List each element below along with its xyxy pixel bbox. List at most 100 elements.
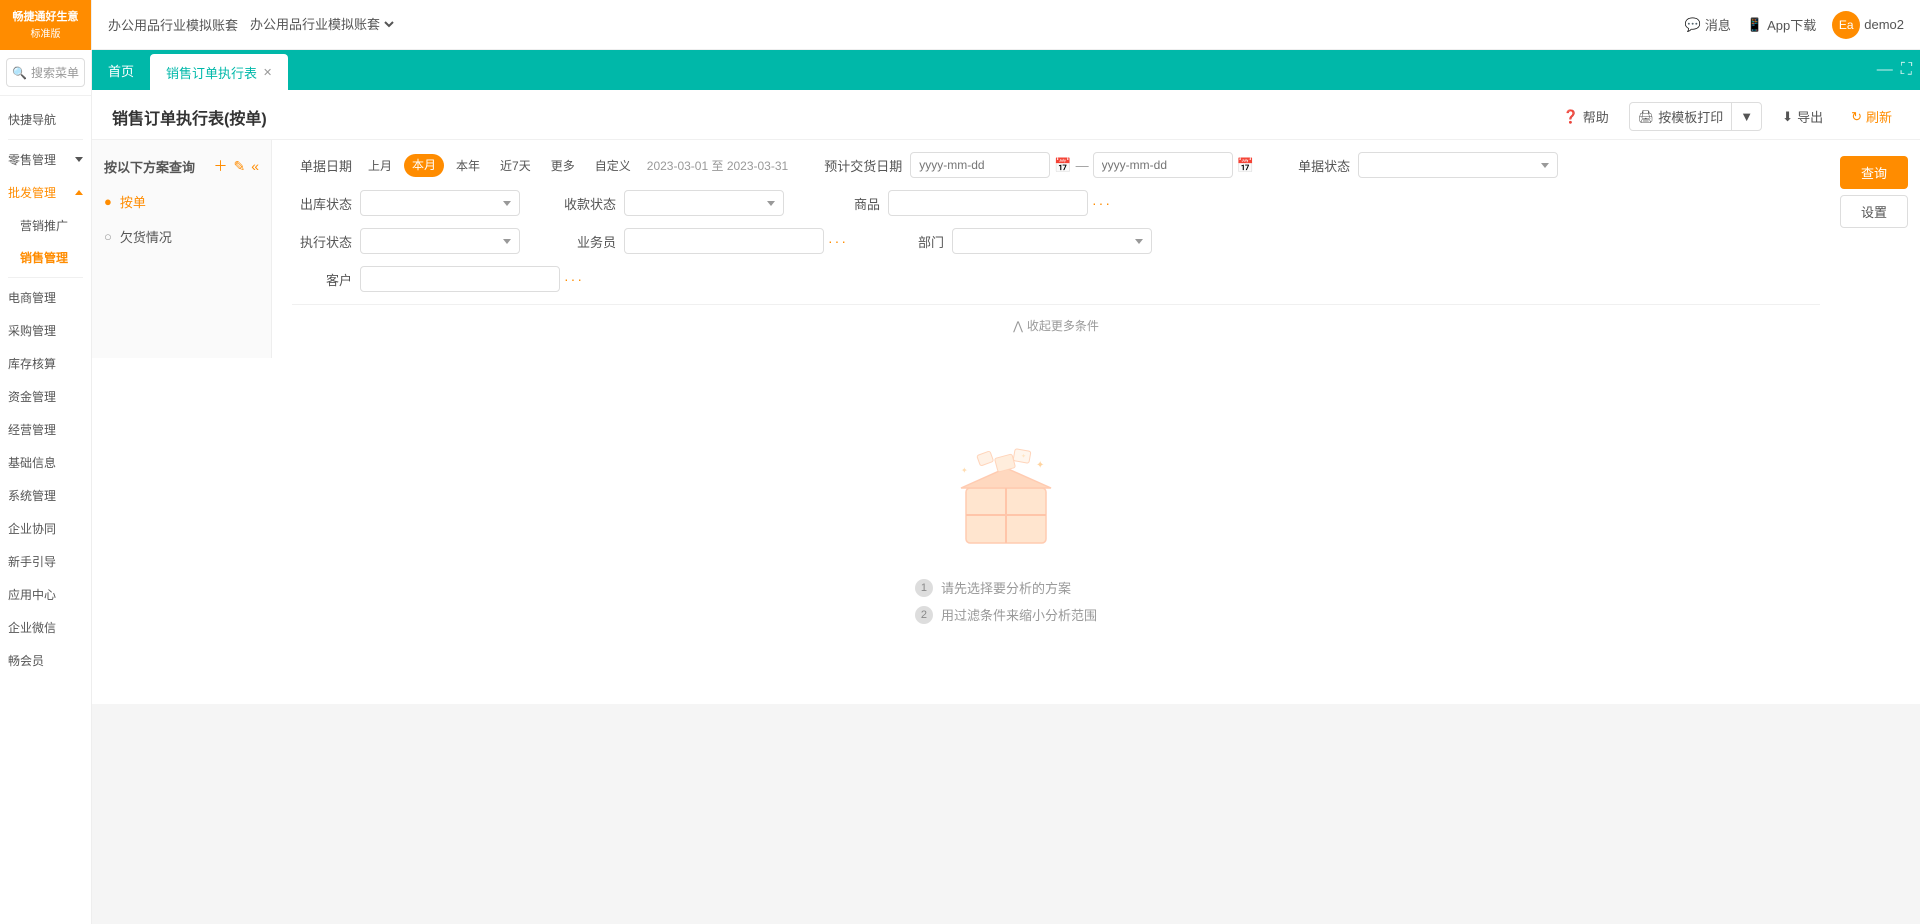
tab-home[interactable]: 首页 (92, 50, 150, 90)
app-download-button[interactable]: 📱 App下载 (1747, 15, 1816, 34)
filter-sidebar-icons: ＋ ✎ « (213, 156, 259, 176)
sidebar-item-member[interactable]: 畅会员 (0, 645, 91, 676)
sidebar-sub-marketing[interactable]: 营销推广 (0, 210, 91, 241)
scheme-item-0[interactable]: ● 按单 (92, 184, 271, 219)
calendar-end-icon[interactable]: 📅 (1237, 157, 1254, 174)
sidebar-item-purchase[interactable]: 采购管理 (0, 315, 91, 346)
empty-tips: 1 请先选择要分析的方案 2 用过滤条件来缩小分析范围 (915, 578, 1097, 624)
salesperson-input[interactable] (624, 228, 824, 254)
filter-dept: 部门 (884, 228, 1152, 254)
refresh-icon: ↻ (1851, 109, 1862, 125)
search-menu-button[interactable]: 🔍 搜索菜单 (6, 58, 85, 87)
date-tab-more[interactable]: 更多 (543, 154, 583, 177)
sidebar-sub-sales[interactable]: 销售管理 (0, 242, 91, 273)
print-dropdown-button[interactable]: ▼ (1732, 105, 1761, 128)
export-button[interactable]: ⬇ 导出 (1774, 103, 1831, 130)
header-left: 办公用品行业模拟账套 办公用品行业模拟账套 (108, 15, 397, 34)
sidebar-item-ecommerce[interactable]: 电商管理 (0, 282, 91, 313)
collapse-icon: ⋀ (1013, 319, 1023, 333)
sidebar: 畅捷通好生意 标准版 🔍 搜索菜单 快捷导航 零售管理 批发管理 营销推广 (0, 0, 92, 924)
expected-date-end[interactable] (1093, 152, 1233, 178)
sidebar-item-system[interactable]: 系统管理 (0, 480, 91, 511)
date-tab-custom[interactable]: 自定义 (587, 154, 639, 177)
date-tab-this-month[interactable]: 本月 (404, 154, 444, 177)
logo-text: 畅捷通好生意 (13, 10, 79, 24)
customer-more-icon[interactable]: ··· (564, 271, 584, 287)
exec-status-select[interactable] (360, 228, 520, 254)
collapse-button[interactable]: ⋀ 收起更多条件 (1005, 313, 1107, 338)
sidebar-item-apps[interactable]: 应用中心 (0, 579, 91, 610)
filter-out-status: 出库状态 (292, 190, 520, 216)
filter-main-row: 单据日期 上月 本月 本年 近7天 更多 自定义 (272, 140, 1920, 358)
filter-goods: 商品 ··· (820, 190, 1112, 216)
tab-close-icon[interactable]: ✕ (263, 66, 272, 79)
empty-tip-1: 1 请先选择要分析的方案 (915, 578, 1097, 597)
tip-num-2: 2 (915, 606, 933, 624)
filter-row-1: 单据日期 上月 本月 本年 近7天 更多 自定义 (292, 152, 1820, 178)
collect-status-select[interactable] (624, 190, 784, 216)
sidebar-nav: 快捷导航 零售管理 批发管理 营销推广 销售管理 电商管理 采购管理 (0, 96, 91, 684)
chevron-down-icon (75, 157, 83, 162)
filter-salesperson: 业务员 ··· (556, 228, 848, 254)
filter-area: 按以下方案查询 ＋ ✎ « ● 按单 ○ 欠货情况 (92, 140, 1920, 358)
sidebar-item-finance[interactable]: 资金管理 (0, 381, 91, 412)
date-range-display: 2023-03-01 至 2023-03-31 (647, 157, 788, 174)
sidebar-item-quick[interactable]: 快捷导航 (0, 104, 91, 135)
goods-input[interactable] (888, 190, 1088, 216)
calendar-start-icon[interactable]: 📅 (1054, 157, 1071, 174)
maximize-button[interactable]: ⛶ (1901, 61, 1912, 79)
sidebar-item-wholesale[interactable]: 批发管理 (0, 177, 91, 208)
collapse-sidebar-icon[interactable]: « (251, 158, 259, 174)
expected-date-control: 📅 — 📅 (910, 152, 1254, 178)
date-control: 上月 本月 本年 近7天 更多 自定义 2023-03-01 至 2023-03… (360, 154, 788, 177)
date-tab-last-month[interactable]: 上月 (360, 154, 400, 177)
sidebar-item-enterprise[interactable]: 企业协同 (0, 513, 91, 544)
sidebar-item-basic[interactable]: 基础信息 (0, 447, 91, 478)
avatar: Ea (1832, 11, 1860, 39)
empty-state: ✦ ✦ ✦ 1 请先选择要分析的方案 2 用过滤条件来缩小分析范围 (92, 358, 1920, 704)
settings-button[interactable]: 设置 (1840, 195, 1908, 228)
scheme-active-icon: ● (104, 194, 112, 209)
goods-more-icon[interactable]: ··· (1092, 195, 1112, 211)
filter-row-2: 出库状态 收款状态 (292, 190, 1820, 216)
minimize-button[interactable]: — (1877, 61, 1893, 79)
message-button[interactable]: 💬 消息 (1685, 15, 1731, 34)
filter-sidebar: 按以下方案查询 ＋ ✎ « ● 按单 ○ 欠货情况 (92, 140, 272, 358)
scheme-item-1[interactable]: ○ 欠货情况 (92, 219, 271, 254)
customer-input[interactable] (360, 266, 560, 292)
date-tab-7days[interactable]: 近7天 (492, 154, 539, 177)
help-button[interactable]: ❓ 帮助 (1555, 103, 1617, 130)
sidebar-item-newuser[interactable]: 新手引导 (0, 546, 91, 577)
sidebar-item-operations[interactable]: 经营管理 (0, 414, 91, 445)
doc-status-select[interactable] (1358, 152, 1558, 178)
edit-scheme-icon[interactable]: ✎ (233, 158, 245, 175)
user-profile[interactable]: Ea demo2 (1832, 11, 1904, 39)
sidebar-item-inventory[interactable]: 库存核算 (0, 348, 91, 379)
page-container: 销售订单执行表(按单) ❓ 帮助 🖨 按模板打印 ▼ (92, 90, 1920, 704)
sidebar-item-retail[interactable]: 零售管理 (0, 144, 91, 175)
print-button[interactable]: 🖨 按模板打印 (1630, 103, 1733, 130)
add-scheme-icon[interactable]: ＋ (213, 156, 227, 176)
expected-date-start[interactable] (910, 152, 1050, 178)
page-title: 销售订单执行表(按单) (112, 105, 267, 129)
out-status-select[interactable] (360, 190, 520, 216)
salesperson-control: ··· (624, 228, 848, 254)
sidebar-divider (8, 139, 83, 140)
date-tabs: 上月 本月 本年 近7天 更多 自定义 (360, 154, 639, 177)
refresh-button[interactable]: ↻ 刷新 (1843, 103, 1900, 130)
content-area: 销售订单执行表(按单) ❓ 帮助 🖨 按模板打印 ▼ (92, 90, 1920, 924)
tab-bar-right: — ⛶ (1877, 61, 1920, 79)
salesperson-more-icon[interactable]: ··· (828, 233, 848, 249)
top-header: 办公用品行业模拟账套 办公用品行业模拟账套 💬 消息 📱 App下载 Ea de… (92, 0, 1920, 50)
query-button[interactable]: 查询 (1840, 156, 1908, 189)
app-title: 办公用品行业模拟账套 (108, 15, 238, 34)
empty-tip-2: 2 用过滤条件来缩小分析范围 (915, 605, 1097, 624)
dept-select[interactable] (952, 228, 1152, 254)
filter-form: 单据日期 上月 本月 本年 近7天 更多 自定义 (272, 140, 1840, 358)
sidebar-item-wechat[interactable]: 企业微信 (0, 612, 91, 643)
company-selector[interactable]: 办公用品行业模拟账套 (246, 16, 397, 33)
main-area: 办公用品行业模拟账套 办公用品行业模拟账套 💬 消息 📱 App下载 Ea de… (92, 0, 1920, 924)
tab-sales-execution[interactable]: 销售订单执行表 ✕ (150, 54, 288, 90)
date-tab-this-year[interactable]: 本年 (448, 154, 488, 177)
date-dash: — (1076, 158, 1089, 173)
